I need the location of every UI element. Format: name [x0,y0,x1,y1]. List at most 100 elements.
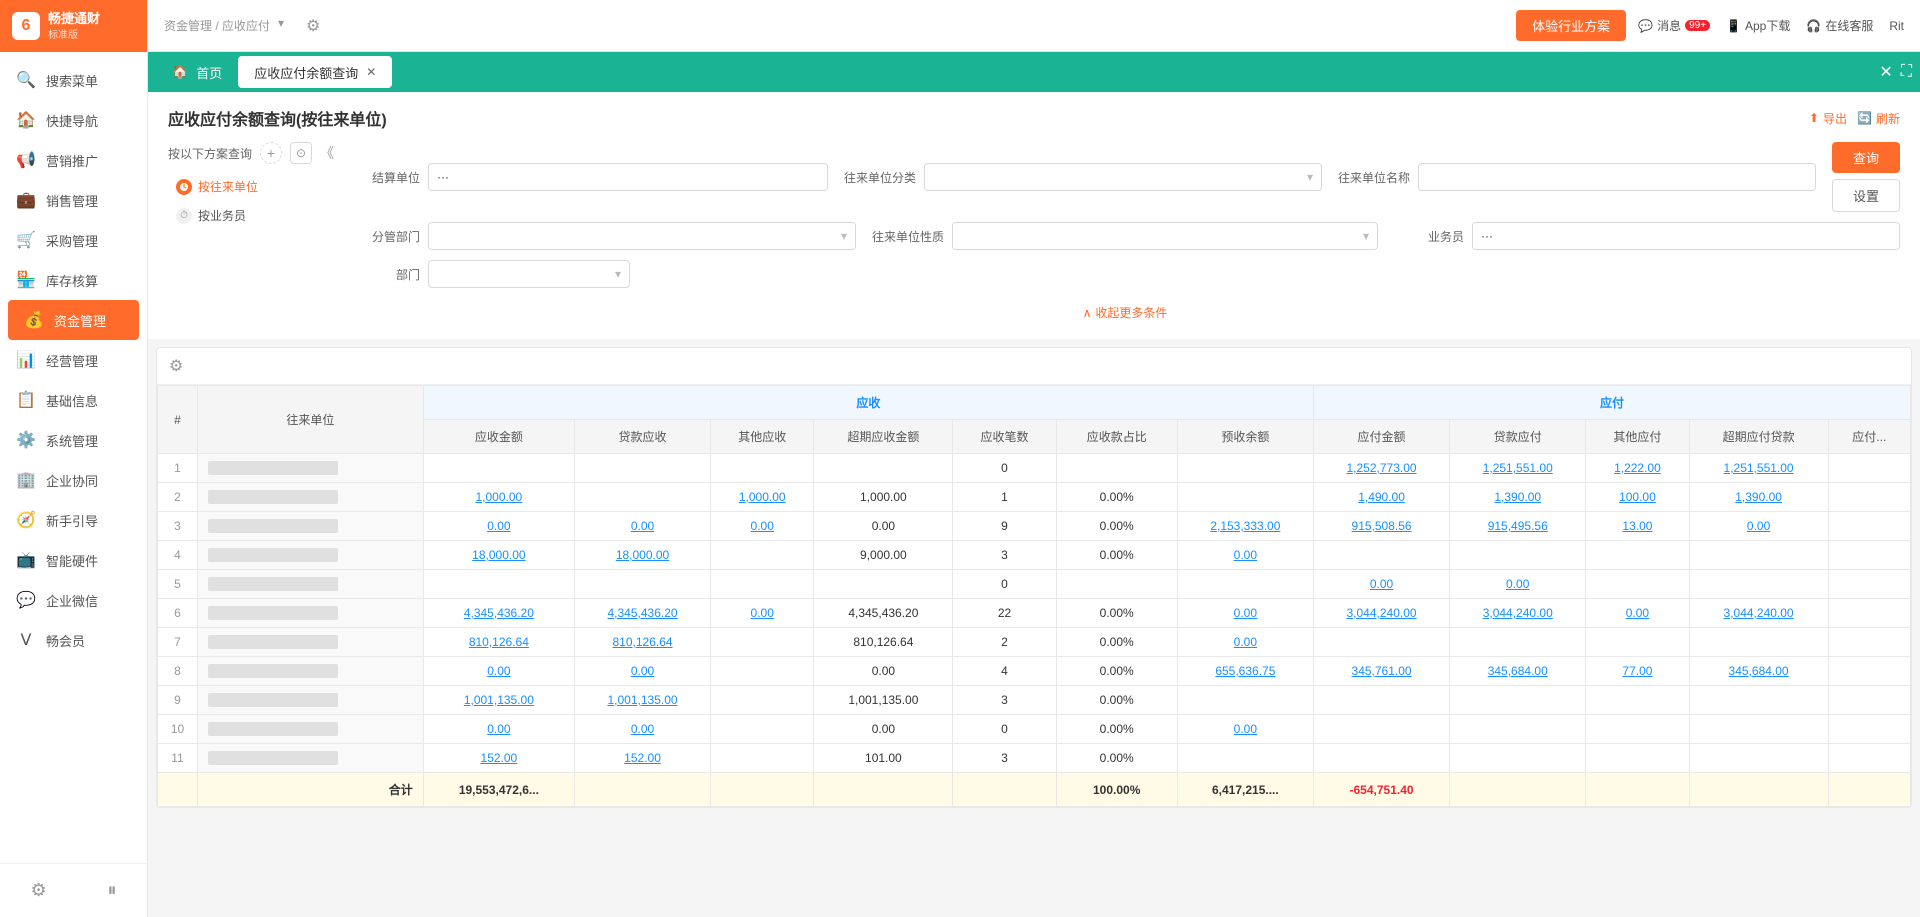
cell-ar-loan-9[interactable]: 0.00 [574,715,710,744]
sidebar-item-sales[interactable]: 💼 销售管理 [0,180,147,220]
cell-ap-amount-2[interactable]: 915,508.56 [1313,512,1449,541]
tab-close-window-icon[interactable]: ✕ [1879,62,1892,82]
export-icon: ⬆ [1809,111,1819,125]
cell-ar-other-5[interactable]: 0.00 [711,599,814,628]
cell-ap-overdue-2[interactable]: 0.00 [1689,512,1828,541]
cell-ar-amount-10[interactable]: 152.00 [423,744,574,773]
tab-close-icon[interactable]: ✕ [366,65,376,79]
promo-button[interactable]: 体验行业方案 [1516,10,1626,41]
sidebar-item-guide[interactable]: 🧭 新手引导 [0,500,147,540]
cell-ap-other-7[interactable]: 77.00 [1586,657,1689,686]
user-menu[interactable]: Rit [1889,19,1904,33]
salesperson-input[interactable]: ··· [1472,222,1900,250]
scheme-item-by-partner[interactable]: 按往来单位 [168,174,334,199]
refresh-button[interactable]: 🔄 刷新 [1857,110,1900,127]
cell-ap-other-5[interactable]: 0.00 [1586,599,1689,628]
message-button[interactable]: 💬 消息 99+ [1638,17,1710,34]
cell-ar-loan-5[interactable]: 4,345,436.20 [574,599,710,628]
cell-ar-prepay-6[interactable]: 0.00 [1177,628,1313,657]
cell-ar-amount-8[interactable]: 1,001,135.00 [423,686,574,715]
partner-name-input[interactable] [1418,163,1816,191]
filter-row-2: 分管部门 ▾ 往来单位性质 ▾ 业务员 [350,222,1900,250]
online-service-button[interactable]: 🎧 在线客服 [1806,17,1873,34]
cell-ar-amount-7[interactable]: 0.00 [423,657,574,686]
table-settings-icon[interactable]: ⚙ [169,356,183,376]
cell-ap-amount-7[interactable]: 345,761.00 [1313,657,1449,686]
cell-ar-amount-9[interactable]: 0.00 [423,715,574,744]
cell-ar-prepay-9[interactable]: 0.00 [1177,715,1313,744]
tab-expand-icon[interactable]: ⛶ [1901,63,1912,81]
breadcrumb-dropdown-icon[interactable]: ▾ [278,16,298,36]
tab-home[interactable]: 🏠 首页 [156,56,238,88]
sidebar-settings-icon[interactable]: ⚙ [24,874,52,907]
cell-ap-loan-0[interactable]: 1,251,551.00 [1450,454,1586,483]
cell-ar-loan-7[interactable]: 0.00 [574,657,710,686]
cell-ap-other-2[interactable]: 13.00 [1586,512,1689,541]
cell-ap-loan-7[interactable]: 345,684.00 [1450,657,1586,686]
cell-ar-prepay-5[interactable]: 0.00 [1177,599,1313,628]
sidebar-item-operation[interactable]: 📊 经营管理 [0,340,147,380]
scheme-item-by-staff[interactable]: ⏱ 按业务员 [168,203,334,228]
sidebar-item-member[interactable]: Ⅴ 畅会员 [0,620,147,660]
sidebar-item-inventory[interactable]: 🏪 库存核算 [0,260,147,300]
cell-ap-loan-5[interactable]: 3,044,240.00 [1450,599,1586,628]
cell-ap-overdue-7[interactable]: 345,684.00 [1689,657,1828,686]
cell-ap-other-0[interactable]: 1,222.00 [1586,454,1689,483]
cell-ap-loan-2[interactable]: 915,495.56 [1450,512,1586,541]
filter-settings-button[interactable]: ⊙ [290,142,312,164]
cell-ar-amount-1[interactable]: 1,000.00 [423,483,574,512]
cell-ar-other-2[interactable]: 0.00 [711,512,814,541]
settlement-unit-input[interactable]: ··· [428,163,828,191]
sidebar-item-shortcut[interactable]: 🏠 快捷导航 [0,100,147,140]
cell-ap-other-1[interactable]: 100.00 [1586,483,1689,512]
cell-ar-amount-2[interactable]: 0.00 [423,512,574,541]
cell-ar-prepay-7[interactable]: 655,636.75 [1177,657,1313,686]
collapse-more-button[interactable]: ∧ 收起更多条件 [350,298,1900,327]
query-button[interactable]: 查询 [1832,142,1900,173]
cell-ap-amount-5[interactable]: 3,044,240.00 [1313,599,1449,628]
tab-query[interactable]: 应收应付余额查询 ✕ [238,56,392,88]
partner-category-input[interactable]: ▾ [924,163,1322,191]
app-download-button[interactable]: 📱 App下载 [1726,17,1790,34]
sidebar-item-system[interactable]: ⚙️ 系统管理 [0,420,147,460]
cell-ar-other-1[interactable]: 1,000.00 [711,483,814,512]
sidebar-item-hardware[interactable]: 📺 智能硬件 [0,540,147,580]
table-toolbar: ⚙ [157,348,1911,385]
cell-ap-amount-1[interactable]: 1,490.00 [1313,483,1449,512]
sidebar-item-finance[interactable]: 💰 资金管理 [8,300,139,340]
cell-ap-overdue-1[interactable]: 1,390.00 [1689,483,1828,512]
cell-ar-count-1: 1 [953,483,1056,512]
cell-ap-overdue-5[interactable]: 3,044,240.00 [1689,599,1828,628]
sidebar-item-wechat[interactable]: 💬 企业微信 [0,580,147,620]
sidebar-item-search[interactable]: 🔍 搜索菜单 [0,60,147,100]
table-scroll-area[interactable]: # 往来单位 应收 应付 应收金额 贷款应收 其他应收 超期应收金额 应收笔数 … [157,385,1911,807]
cell-ar-amount-6[interactable]: 810,126.64 [423,628,574,657]
cell-ap-loan-1[interactable]: 1,390.00 [1450,483,1586,512]
sidebar-item-basic[interactable]: 📋 基础信息 [0,380,147,420]
cell-ap-amount-0[interactable]: 1,252,773.00 [1313,454,1449,483]
cell-ar-loan-8[interactable]: 1,001,135.00 [574,686,710,715]
dept-input[interactable]: ▾ [428,260,630,288]
cell-ar-prepay-3[interactable]: 0.00 [1177,541,1313,570]
cell-ar-loan-3[interactable]: 18,000.00 [574,541,710,570]
sidebar-item-purchase[interactable]: 🛒 采购管理 [0,220,147,260]
cell-ar-loan-10[interactable]: 152.00 [574,744,710,773]
filter-collapse-button[interactable]: 《 [320,143,334,163]
export-button[interactable]: ⬆ 导出 [1809,110,1847,127]
cell-ap-loan-4[interactable]: 0.00 [1450,570,1586,599]
sidebar-collapse-icon[interactable]: ⏸ [102,874,123,907]
cell-ar-loan-6[interactable]: 810,126.64 [574,628,710,657]
partner-nature-input[interactable]: ▾ [952,222,1378,250]
sidebar-item-enterprise[interactable]: 🏢 企业协同 [0,460,147,500]
sidebar-item-marketing[interactable]: 📢 营销推广 [0,140,147,180]
cell-ar-amount-5[interactable]: 4,345,436.20 [423,599,574,628]
dept-manage-input[interactable]: ▾ [428,222,856,250]
set-button[interactable]: 设置 [1832,179,1900,212]
cell-ap-overdue-0[interactable]: 1,251,551.00 [1689,454,1828,483]
cell-ar-amount-3[interactable]: 18,000.00 [423,541,574,570]
cell-ap-amount-4[interactable]: 0.00 [1313,570,1449,599]
cell-ar-loan-2[interactable]: 0.00 [574,512,710,541]
cell-ar-prepay-2[interactable]: 2,153,333.00 [1177,512,1313,541]
filter-add-button[interactable]: + [260,142,282,164]
header-gear-icon[interactable]: ⚙ [306,16,326,36]
